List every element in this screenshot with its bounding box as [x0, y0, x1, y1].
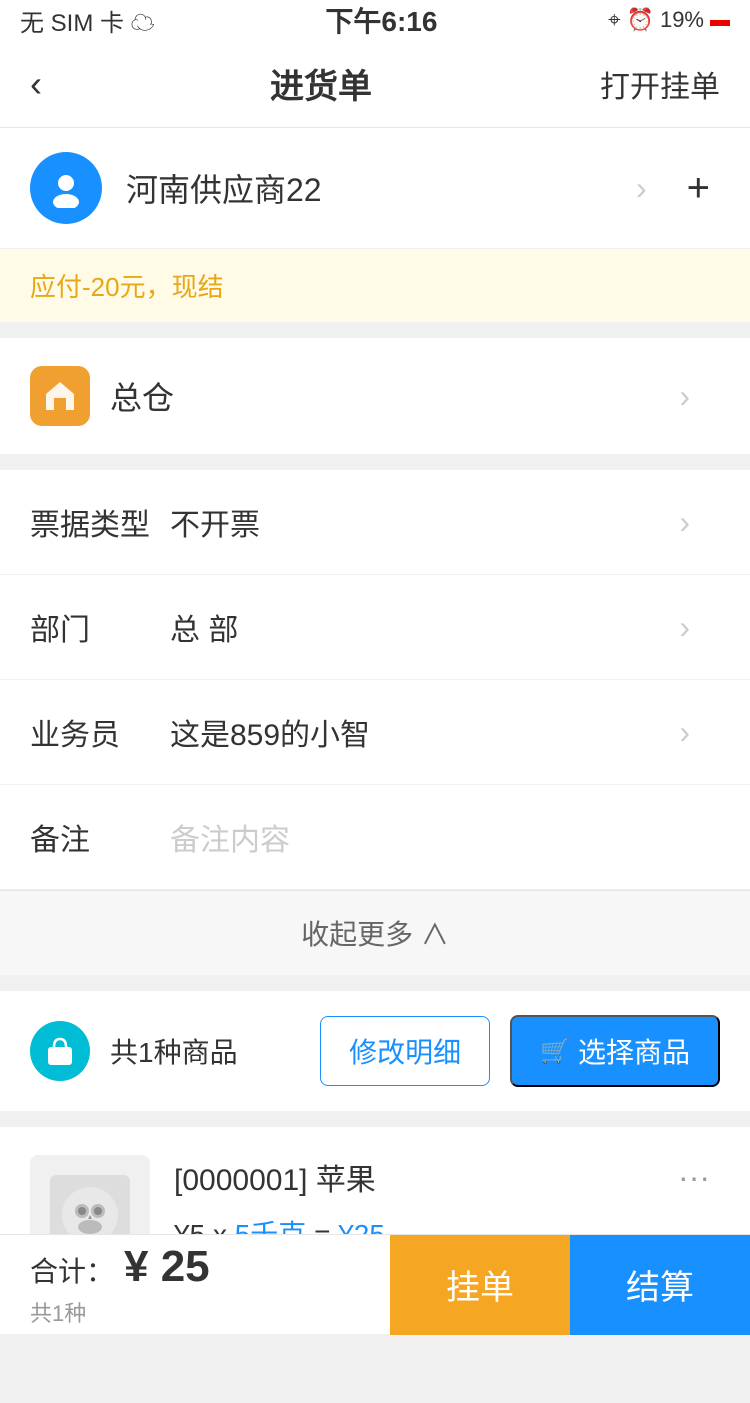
remark-row[interactable]: 备注 备注内容	[0, 785, 750, 890]
invoice-row[interactable]: 票据类型 不开票 ›	[0, 470, 750, 575]
select-product-button[interactable]: 🛒 选择商品	[510, 1015, 720, 1087]
supplier-chevron-icon: ›	[636, 170, 647, 207]
salesman-label: 业务员	[30, 710, 170, 754]
invoice-label: 票据类型	[30, 500, 170, 544]
sim-label: 无 SIM 卡 ☁	[20, 3, 155, 38]
warehouse-chevron-icon: ›	[679, 378, 690, 415]
nav-bar: ‹ 进货单 打开挂单	[0, 40, 750, 128]
bag-icon	[42, 1033, 78, 1069]
remark-label: 备注	[30, 815, 170, 859]
person-icon	[46, 168, 86, 208]
warehouse-row[interactable]: 总仓 ›	[0, 338, 750, 454]
add-supplier-button[interactable]: +	[677, 166, 720, 211]
hang-button[interactable]: 挂单	[390, 1235, 570, 1335]
warehouse-label: 总仓	[110, 373, 679, 419]
bottom-bar: 合计： ¥ 25 共1种 挂单 结算	[0, 1234, 750, 1334]
warehouse-card[interactable]: 总仓 ›	[0, 338, 750, 454]
checkout-button[interactable]: 结算	[570, 1235, 750, 1335]
total-amount: ¥ 25	[124, 1242, 210, 1292]
supplier-notice: 应付-20元，现结	[0, 249, 750, 322]
collapse-row[interactable]: 收起更多 ∧	[0, 890, 750, 975]
total-label: 合计：	[30, 1250, 114, 1290]
product-count-label: 共1种商品	[110, 1031, 300, 1071]
invoice-chevron-icon: ›	[679, 504, 690, 541]
product-name: [0000001] 苹果	[174, 1155, 644, 1199]
status-left: 无 SIM 卡 ☁	[20, 3, 155, 38]
status-time: 下午6:16	[325, 0, 437, 40]
edit-detail-button[interactable]: 修改明细	[320, 1016, 490, 1086]
supplier-name: 河南供应商22	[126, 165, 636, 211]
bottom-total-main: 合计： ¥ 25	[30, 1242, 360, 1292]
product-header: 共1种商品 修改明细 🛒 选择商品	[0, 991, 750, 1111]
product-title: 苹果	[316, 1164, 376, 1197]
department-chevron-icon: ›	[679, 609, 690, 646]
bottom-total: 合计： ¥ 25 共1种	[0, 1242, 390, 1328]
back-button[interactable]: ‹	[30, 63, 42, 105]
salesman-value: 这是859的小智	[170, 710, 679, 754]
total-sub: 共1种	[30, 1296, 360, 1328]
cart-icon: 🛒	[540, 1037, 570, 1066]
salesman-row[interactable]: 业务员 这是859的小智 ›	[0, 680, 750, 785]
supplier-card: 河南供应商22 › + 应付-20元，现结	[0, 128, 750, 322]
supplier-row[interactable]: 河南供应商22 › +	[0, 128, 750, 249]
main-content: 河南供应商22 › + 应付-20元，现结 总仓 › 票据类型 不开票 › 部门	[0, 128, 750, 1403]
warehouse-icon	[30, 366, 90, 426]
battery-icon: ▬	[710, 9, 730, 32]
department-row[interactable]: 部门 总 部 ›	[0, 575, 750, 680]
status-right: ⌖ ⏰ 19% ▬	[608, 7, 730, 33]
hang-label: 挂单	[446, 1260, 514, 1309]
open-pending-button[interactable]: 打开挂单	[600, 62, 720, 106]
product-more-button[interactable]: ···	[668, 1155, 720, 1200]
page-title: 进货单	[270, 59, 372, 108]
home-icon	[42, 378, 78, 414]
status-bar: 无 SIM 卡 ☁ 下午6:16 ⌖ ⏰ 19% ▬	[0, 0, 750, 40]
department-value: 总 部	[170, 605, 679, 649]
remark-placeholder: 备注内容	[170, 815, 720, 859]
checkout-label: 结算	[626, 1260, 694, 1309]
department-label: 部门	[30, 605, 170, 649]
location-icon: ⌖	[608, 7, 620, 33]
invoice-value: 不开票	[170, 500, 679, 544]
product-count-icon	[30, 1021, 90, 1081]
alarm-icon: ⏰	[627, 7, 654, 33]
salesman-chevron-icon: ›	[679, 714, 690, 751]
collapse-label: 收起更多 ∧	[301, 913, 449, 953]
form-card: 票据类型 不开票 › 部门 总 部 › 业务员 这是859的小智 › 备注 备注…	[0, 470, 750, 975]
product-code: [0000001]	[174, 1164, 307, 1197]
select-product-label: 选择商品	[578, 1031, 690, 1071]
battery-label: 19%	[660, 7, 704, 33]
supplier-avatar	[30, 152, 102, 224]
